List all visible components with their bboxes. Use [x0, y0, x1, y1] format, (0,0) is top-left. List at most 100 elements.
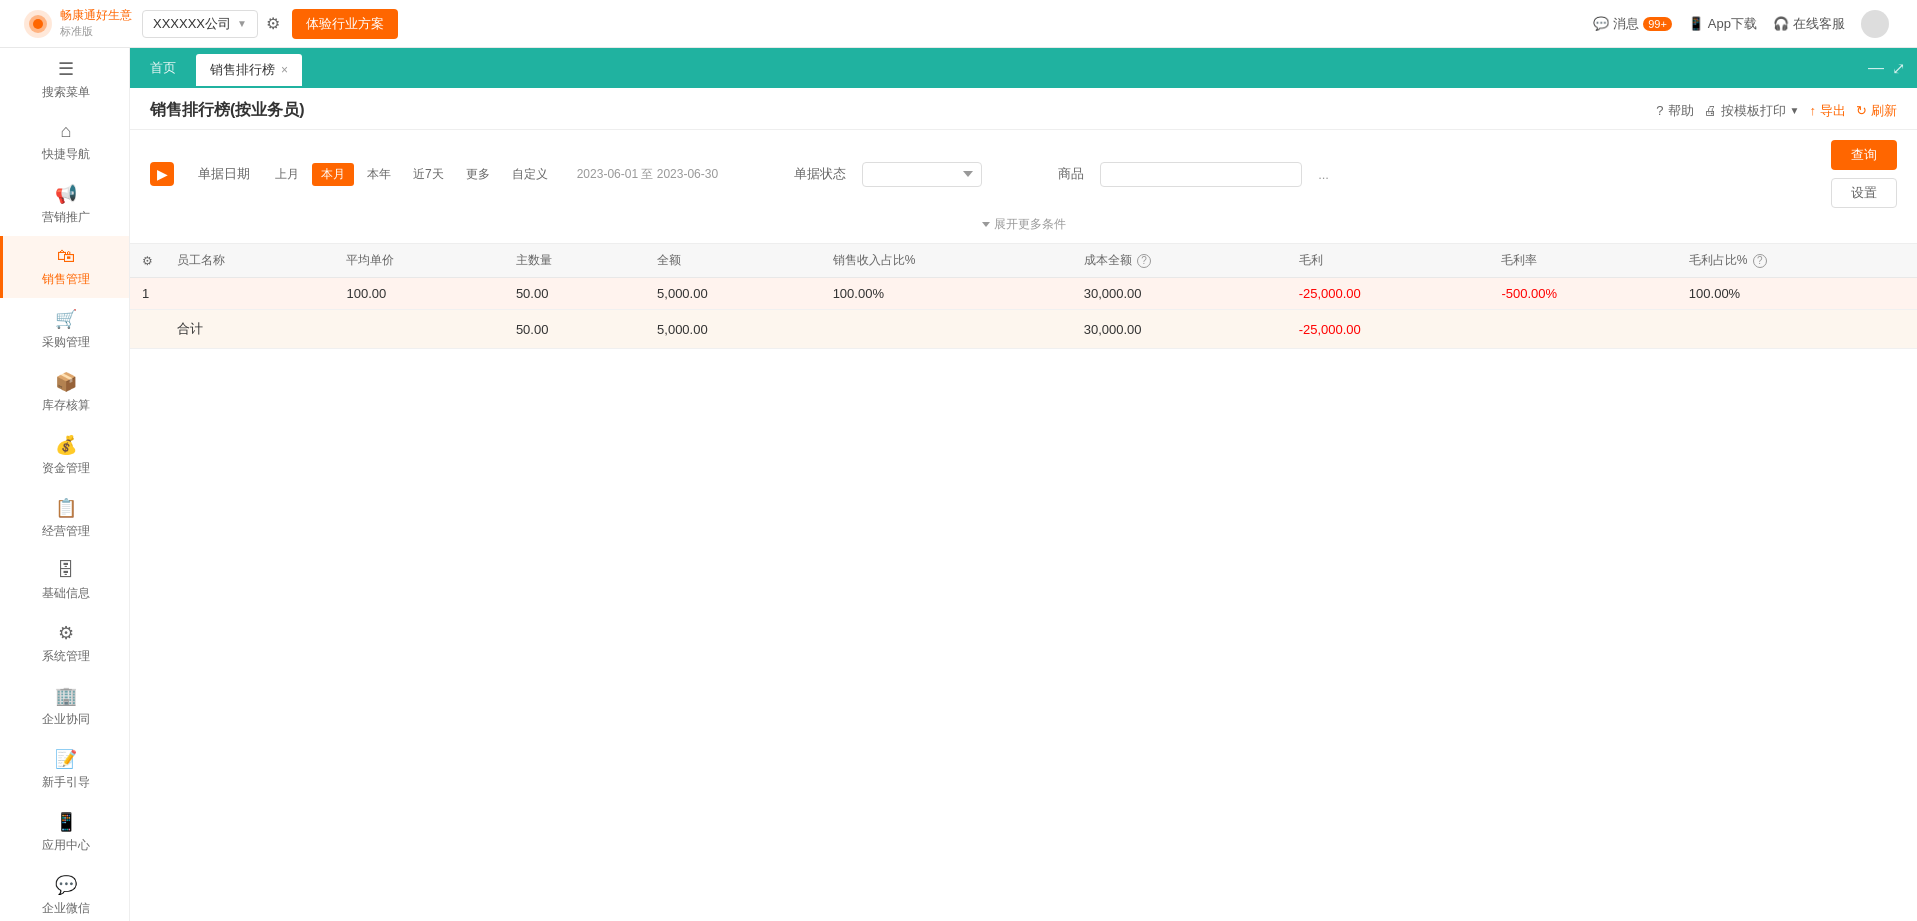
sidebar-item-search[interactable]: ☰ 搜索菜单 [0, 48, 129, 111]
trial-button[interactable]: 体验行业方案 [292, 9, 398, 39]
th-avg-price: 平均单价 [334, 244, 503, 278]
sidebar-label-quick: 快捷导航 [42, 146, 90, 163]
top-bar-right: 💬 消息 99+ 📱 App下载 🎧 在线客服 [1593, 10, 1905, 38]
gross-pct-help-icon[interactable]: ? [1753, 254, 1767, 268]
refresh-button[interactable]: ↻ 刷新 [1856, 102, 1897, 120]
sidebar-item-purchase[interactable]: 🛒 采购管理 [0, 298, 129, 361]
tab-restore-icon[interactable]: ⤢ [1892, 59, 1905, 78]
footer-label [130, 310, 165, 349]
table-settings-icon[interactable]: ⚙ [142, 254, 153, 268]
main-area: ☰ 搜索菜单 ⌂ 快捷导航 📢 营销推广 🛍 销售管理 🛒 采购管理 📦 库 [0, 48, 1917, 921]
cell-qty: 50.00 [504, 278, 645, 310]
sidebar-item-sales[interactable]: 🛍 销售管理 [0, 236, 129, 298]
th-amount: 全额 [645, 244, 821, 278]
search-menu-icon: ☰ [58, 58, 74, 80]
cost-help-icon[interactable]: ? [1137, 254, 1151, 268]
brand: 畅康通好生意 标准版 [12, 8, 142, 40]
sidebar-item-guide[interactable]: 📝 新手引导 [0, 738, 129, 801]
base-icon: 🗄 [57, 560, 75, 581]
support-button[interactable]: 🎧 在线客服 [1773, 15, 1845, 33]
sidebar-item-quick[interactable]: ⌂ 快捷导航 [0, 111, 129, 173]
tab-home[interactable]: 首页 [134, 48, 192, 88]
date-tabs: 上月 本月 本年 近7天 更多 自定义 [266, 163, 557, 186]
expand-row: 展开更多条件 [150, 216, 1897, 233]
sidebar-label-inventory: 库存核算 [42, 397, 90, 414]
sidebar-label-system: 系统管理 [42, 648, 90, 665]
chevron-down-icon: ▼ [237, 18, 247, 29]
export-button[interactable]: ↑ 导出 [1810, 102, 1847, 120]
expand-conditions-btn[interactable]: 展开更多条件 [982, 216, 1066, 233]
export-label: 导出 [1820, 102, 1846, 120]
footer-amount: 5,000.00 [645, 310, 821, 349]
status-filter-select[interactable] [862, 162, 982, 187]
sidebar-item-inventory[interactable]: 📦 库存核算 [0, 361, 129, 424]
sidebar-label-finance: 资金管理 [42, 460, 90, 477]
date-tab-custom[interactable]: 自定义 [503, 163, 557, 186]
sidebar-label-search: 搜索菜单 [42, 84, 90, 101]
sidebar-label-wechat: 企业微信 [42, 900, 90, 917]
cell-gross-pct: 100.00% [1677, 278, 1917, 310]
tab-minimize-icon[interactable]: — [1868, 59, 1884, 77]
sidebar-item-enterprise[interactable]: 🏢 企业协同 [0, 675, 129, 738]
avatar[interactable] [1861, 10, 1889, 38]
table-container: ⚙ 员工名称 平均单价 主数量 全额 销售收入占比% 成本全额 ? 毛 [130, 244, 1917, 921]
message-icon: 💬 [1593, 16, 1609, 31]
settings-icon[interactable]: ⚙ [266, 14, 280, 33]
table-header-row: ⚙ 员工名称 平均单价 主数量 全额 销售收入占比% 成本全额 ? 毛 [130, 244, 1917, 278]
refresh-label: 刷新 [1871, 102, 1897, 120]
cell-name [165, 278, 334, 310]
company-name: XXXXXX公司 [153, 15, 231, 33]
date-tab-last-month[interactable]: 上月 [266, 163, 308, 186]
th-gross-pct: 毛利占比% ? [1677, 244, 1917, 278]
message-button[interactable]: 💬 消息 99+ [1593, 15, 1672, 33]
page-content: 销售排行榜(按业务员) ? 帮助 🖨 按模板打印 ▼ ↑ [130, 88, 1917, 921]
filter-toggle-btn[interactable]: ▶ [150, 162, 174, 186]
sidebar-label-base: 基础信息 [42, 585, 90, 602]
tab-sales-ranking[interactable]: 销售排行榜 × [196, 54, 302, 86]
footer-total-label: 合计 [165, 310, 334, 349]
more-filters-link[interactable]: ... [1318, 167, 1329, 182]
sidebar-item-apps[interactable]: 📱 应用中心 [0, 801, 129, 864]
date-tab-year[interactable]: 本年 [358, 163, 400, 186]
tab-close-icon[interactable]: × [281, 63, 288, 77]
expand-label: 展开更多条件 [994, 216, 1066, 233]
settings-button[interactable]: 设置 [1831, 178, 1897, 208]
tab-bar: 首页 销售排行榜 × — ⤢ [130, 48, 1917, 88]
sidebar-item-system[interactable]: ⚙ 系统管理 [0, 612, 129, 675]
sidebar-item-wechat[interactable]: 💬 企业微信 [0, 864, 129, 921]
date-tab-more[interactable]: 更多 [457, 163, 499, 186]
goods-filter-input[interactable] [1100, 162, 1302, 187]
cell-avg-price: 100.00 [334, 278, 503, 310]
content-area: 首页 销售排行榜 × — ⤢ 销售排行榜(按业务员) ? [130, 48, 1917, 921]
date-tab-current-month[interactable]: 本月 [312, 163, 354, 186]
cell-cost: 30,000.00 [1072, 278, 1287, 310]
data-table: ⚙ 员工名称 平均单价 主数量 全额 销售收入占比% 成本全额 ? 毛 [130, 244, 1917, 349]
company-selector[interactable]: XXXXXX公司 ▼ [142, 10, 258, 38]
export-icon: ↑ [1810, 103, 1817, 118]
sidebar-item-marketing[interactable]: 📢 营销推广 [0, 173, 129, 236]
app-icon: 📱 [1688, 16, 1704, 31]
query-button[interactable]: 查询 [1831, 140, 1897, 170]
sidebar-item-finance[interactable]: 💰 资金管理 [0, 424, 129, 487]
brand-name: 畅康通好生意 [60, 8, 132, 24]
enterprise-icon: 🏢 [55, 685, 77, 707]
guide-icon: 📝 [55, 748, 77, 770]
tab-bar-right: — ⤢ [1868, 59, 1913, 78]
print-label: 按模板打印 [1721, 102, 1786, 120]
cell-rank: 1 [130, 278, 165, 310]
app-download-button[interactable]: 📱 App下载 [1688, 15, 1757, 33]
headset-icon: 🎧 [1773, 16, 1789, 31]
sales-icon: 🛍 [57, 246, 75, 267]
filter-area: ▶ 单据日期 上月 本月 本年 近7天 更多 自定义 2023-06-01 至 … [130, 130, 1917, 244]
cell-sales-pct: 100.00% [821, 278, 1072, 310]
date-tab-7days[interactable]: 近7天 [404, 163, 453, 186]
svg-point-2 [33, 19, 43, 29]
footer-avg [334, 310, 503, 349]
print-button[interactable]: 🖨 按模板打印 ▼ [1704, 102, 1800, 120]
help-button[interactable]: ? 帮助 [1656, 102, 1693, 120]
sidebar-item-base[interactable]: 🗄 基础信息 [0, 550, 129, 612]
footer-cost: 30,000.00 [1072, 310, 1287, 349]
sidebar-item-operation[interactable]: 📋 经营管理 [0, 487, 129, 550]
th-name: 员工名称 [165, 244, 334, 278]
apps-icon: 📱 [55, 811, 77, 833]
